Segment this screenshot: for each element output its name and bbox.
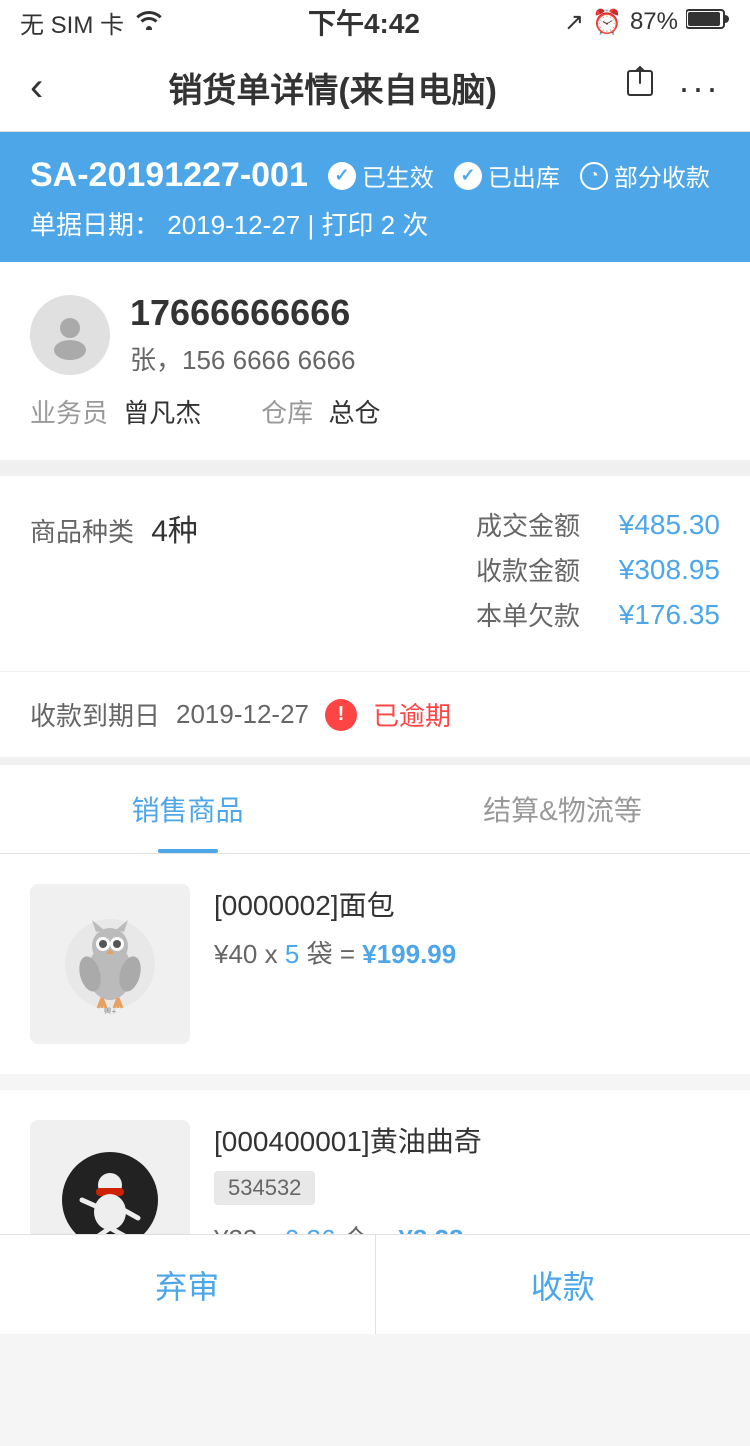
- due-date-section: 收款到期日 2019-12-27 ! 已逾期: [0, 671, 750, 757]
- amount-row: 成交金额 ¥485.30: [460, 506, 720, 543]
- customer-section: 17666666666 张，156 6666 6666 业务员 曾凡杰 仓库 总…: [0, 262, 750, 460]
- sales-rep-label: 业务员: [30, 398, 108, 428]
- product-name-1: [0000002]面包: [214, 884, 720, 924]
- status-effective: ✓ 已生效: [328, 158, 434, 193]
- check-shipped-icon: ✓: [454, 162, 482, 190]
- summary-section: 商品种类 4种 成交金额 ¥485.30 收款金额 ¥308.95 本单欠款 ¥…: [0, 476, 750, 671]
- x-separator-1: x: [265, 939, 285, 969]
- tab-products[interactable]: 销售商品: [0, 765, 375, 853]
- avatar: [30, 295, 110, 375]
- back-button[interactable]: ‹: [30, 65, 43, 110]
- alarm-icon: ⏰: [592, 8, 622, 37]
- product-price-1: ¥40 x 5 袋 = ¥199.99: [214, 934, 720, 971]
- received-row: 收款金额 ¥308.95: [460, 551, 720, 588]
- status-partial: ◔ 部分收款: [580, 158, 710, 193]
- warehouse-label: 仓库: [261, 398, 313, 428]
- sim-indicator: 无 SIM 卡: [20, 5, 124, 40]
- category-label: 商品种类: [30, 517, 134, 547]
- category-field: 商品种类 4种: [30, 506, 198, 550]
- due-date-value: 2019-12-27: [176, 699, 309, 730]
- list-item: 兽+ [0000002]面包 ¥40 x 5 袋 = ¥199.99: [0, 854, 750, 1074]
- nav-bar: ‹ 销货单详情(来自电脑) ···: [0, 44, 750, 132]
- print-info: | 打印 2 次: [307, 210, 428, 240]
- amount-label: 成交金额: [460, 506, 580, 543]
- more-icon[interactable]: ···: [678, 67, 720, 109]
- order-banner: SA-20191227-001 ✓ 已生效 ✓ 已出库 ◔ 部分收款 单据日期：…: [0, 132, 750, 262]
- status-shipped: ✓ 已出库: [454, 158, 560, 193]
- wifi-icon: [134, 8, 164, 37]
- amounts: 成交金额 ¥485.30 收款金额 ¥308.95 本单欠款 ¥176.35: [460, 506, 720, 641]
- customer-phone: 17666666666: [130, 292, 356, 334]
- order-id: SA-20191227-001: [30, 156, 308, 195]
- location-icon: ↗: [564, 8, 584, 37]
- cancel-button[interactable]: 弃审: [0, 1235, 376, 1334]
- tabs: 销售商品 结算&物流等: [0, 757, 750, 854]
- product-batch-2: 534532: [214, 1171, 315, 1205]
- clock-icon: ◔: [580, 162, 608, 190]
- bottom-bar: 弃审 收款: [0, 1234, 750, 1334]
- status-left: 无 SIM 卡: [20, 5, 164, 40]
- sales-rep-field: 业务员 曾凡杰: [30, 393, 201, 430]
- battery-level: 87%: [630, 8, 678, 36]
- divider-1: [0, 460, 750, 476]
- product-image-1: 兽+: [30, 884, 190, 1044]
- sales-rep-value: 曾凡杰: [123, 398, 201, 428]
- amount-value: ¥485.30: [600, 509, 720, 541]
- price-unit-1: ¥40: [214, 939, 257, 969]
- warehouse-value: 总仓: [329, 398, 381, 428]
- order-date: 2019-12-27: [167, 210, 300, 240]
- owed-row: 本单欠款 ¥176.35: [460, 596, 720, 633]
- nav-right: ···: [622, 65, 720, 110]
- overdue-text: 已逾期: [373, 696, 451, 733]
- battery-icon: [686, 8, 730, 37]
- tab-settlement[interactable]: 结算&物流等: [375, 765, 750, 853]
- status-bar: 无 SIM 卡 下午4:42 ↗ ⏰ 87%: [0, 0, 750, 44]
- product-info-1: [0000002]面包 ¥40 x 5 袋 = ¥199.99: [214, 884, 720, 971]
- qty-1: 5: [285, 939, 299, 969]
- owed-value: ¥176.35: [600, 599, 720, 631]
- customer-name: 张，156 6666 6666: [130, 340, 356, 377]
- received-label: 收款金额: [460, 551, 580, 588]
- overdue-icon: !: [325, 699, 357, 731]
- product-name-2: [000400001]黄油曲奇: [214, 1120, 720, 1160]
- due-date-label: 收款到期日: [30, 696, 160, 733]
- unit-1: 袋: [307, 939, 333, 969]
- order-date-row: 单据日期： 2019-12-27 | 打印 2 次: [30, 205, 720, 242]
- status-right: ↗ ⏰ 87%: [564, 8, 730, 37]
- date-label: 单据日期：: [30, 210, 160, 240]
- check-effective-icon: ✓: [328, 162, 356, 190]
- confirm-button[interactable]: 收款: [376, 1235, 750, 1334]
- eq-separator-1: =: [340, 939, 362, 969]
- page-title: 销货单详情(来自电脑): [168, 63, 497, 112]
- svg-text:兽+: 兽+: [104, 1006, 117, 1014]
- status-time: 下午4:42: [308, 2, 420, 42]
- category-value: 4种: [151, 515, 198, 548]
- owed-label: 本单欠款: [460, 596, 580, 633]
- nav-left: ‹: [30, 65, 43, 110]
- received-value: ¥308.95: [600, 554, 720, 586]
- warehouse-field: 仓库 总仓: [261, 393, 380, 430]
- share-icon[interactable]: [622, 65, 658, 110]
- total-1: ¥199.99: [362, 939, 456, 969]
- products-list: 兽+ [0000002]面包 ¥40 x 5 袋 = ¥199.99: [0, 854, 750, 1446]
